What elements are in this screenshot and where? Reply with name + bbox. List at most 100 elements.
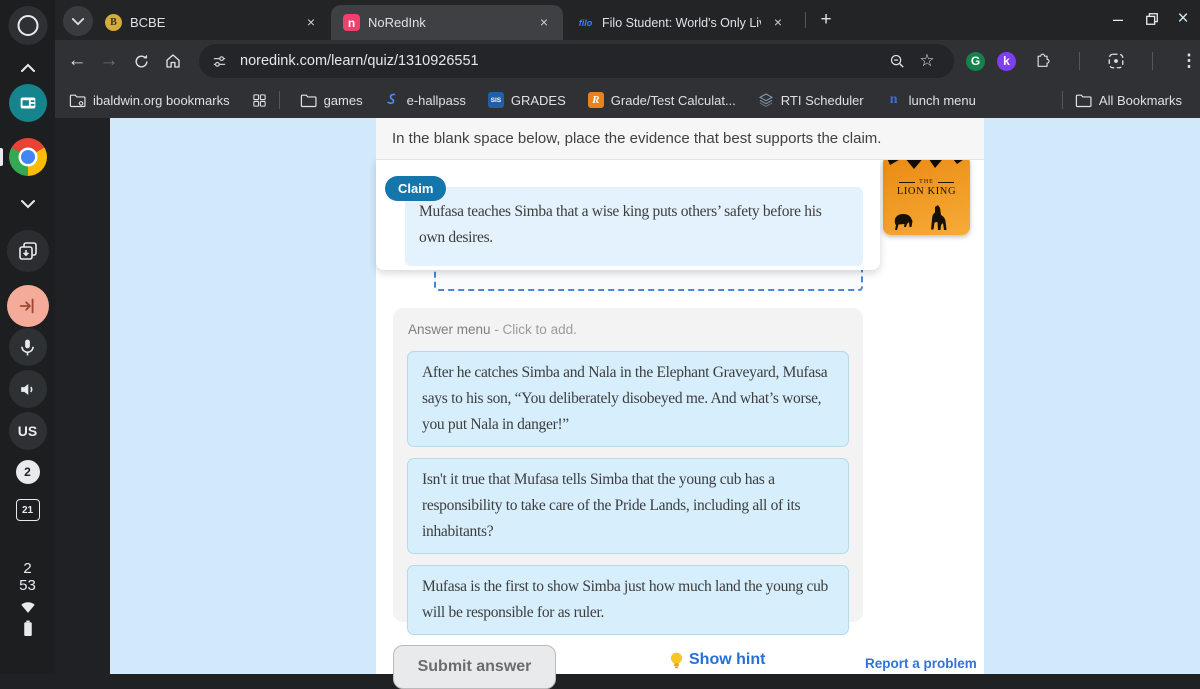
zoom-out-button[interactable] <box>882 46 912 76</box>
chevron-down-icon <box>71 17 85 25</box>
folder-icon <box>300 94 317 107</box>
claim-card: Claim Mufasa teaches Simba that a wise k… <box>376 160 880 270</box>
tab-filo[interactable]: filo Filo Student: World's Only Live I × <box>565 5 797 40</box>
bookmark-managed-folder[interactable]: ibaldwin.org bookmarks <box>69 93 230 108</box>
chrome-app-button[interactable] <box>8 137 48 177</box>
shelf-scroll-up[interactable] <box>13 60 43 76</box>
show-hint-button[interactable]: Show hint <box>670 651 765 669</box>
bookmark-label: Grade/Test Calculat... <box>610 92 736 108</box>
answer-option-3[interactable]: Mufasa is the first to show Simba just h… <box>407 565 849 635</box>
calendar-button[interactable]: 21 <box>13 496 43 524</box>
status-area[interactable]: 2 53 <box>8 560 48 637</box>
app-icon-teal-card[interactable] <box>8 84 47 122</box>
book-pretitle: THE <box>883 179 970 185</box>
site-controls-icon <box>213 55 226 67</box>
submit-answer-button[interactable]: Submit answer <box>393 645 556 689</box>
extensions-button[interactable] <box>1028 46 1058 76</box>
tab-close-icon[interactable]: × <box>769 14 787 32</box>
launcher-icon <box>17 15 38 36</box>
bookmark-label: GRADES <box>510 92 566 108</box>
new-tab-button[interactable]: + <box>813 7 839 33</box>
managed-folder-icon <box>69 94 86 107</box>
forward-button[interactable]: → <box>93 45 125 77</box>
select-to-speak-button[interactable] <box>8 370 47 408</box>
shelf-scroll-down[interactable] <box>13 196 43 212</box>
bookmark-label: RTI Scheduler <box>780 92 864 108</box>
bookmarks-divider <box>1061 91 1063 109</box>
copy-download-icon <box>18 242 37 260</box>
answer-option-1[interactable]: After he catches Simba and Nala in the E… <box>407 351 849 447</box>
all-bookmarks-button[interactable]: All Bookmarks <box>1075 93 1182 108</box>
tab-title: NoRedInk <box>368 15 426 30</box>
browser-menu-button[interactable]: ⋮ <box>1174 46 1200 76</box>
back-button[interactable]: ← <box>61 45 93 77</box>
notification-count: 2 <box>24 465 31 479</box>
launcher-button[interactable] <box>8 6 47 45</box>
screen-capture-app-button[interactable] <box>6 230 49 272</box>
tab-title: BCBE <box>130 15 166 30</box>
tab-search-button[interactable] <box>63 6 93 36</box>
screen-capture-button[interactable] <box>1101 46 1131 76</box>
all-bookmarks-label: All Bookmarks <box>1098 92 1182 108</box>
r-favicon: R <box>587 92 604 108</box>
reload-button[interactable] <box>125 45 157 77</box>
bookmark-lunch-menu[interactable]: n lunch menu <box>886 92 976 108</box>
capture-frame-icon <box>1108 53 1124 69</box>
bookmark-label: games <box>323 92 363 108</box>
tab-close-icon[interactable]: × <box>302 14 320 32</box>
keyboard-layout-button[interactable]: US <box>8 412 47 450</box>
toolbar-divider <box>1152 52 1153 70</box>
dictation-button[interactable] <box>8 328 47 366</box>
browser-window: B BCBE × n NoRedInk × filo Filo Student:… <box>55 0 1200 689</box>
quiz-panel: In the blank space below, place the evid… <box>376 118 984 689</box>
kami-extension-icon[interactable]: k <box>997 51 1016 71</box>
claim-badge: Claim <box>385 176 447 201</box>
bookmark-games[interactable]: games <box>300 93 363 108</box>
bookmark-label: ibaldwin.org bookmarks <box>93 92 230 108</box>
bookmark-ehallpass[interactable]: e-hallpass <box>385 92 466 108</box>
speaker-icon <box>21 383 33 395</box>
arrow-enter-icon <box>19 298 33 314</box>
page-content: In the blank space below, place the evid… <box>110 118 1200 689</box>
battery-icon <box>23 620 32 636</box>
bookmark-grade-calculator[interactable]: R Grade/Test Calculat... <box>587 92 736 108</box>
toolbar-divider <box>1079 52 1080 70</box>
tab-bcbe[interactable]: B BCBE × <box>93 5 330 40</box>
tab-close-icon[interactable]: × <box>535 14 553 32</box>
book-cover-animals <box>894 205 947 230</box>
bookmarks-divider <box>278 91 280 109</box>
bookmark-star-icon[interactable]: ☆ <box>912 46 942 76</box>
home-button[interactable] <box>157 45 189 77</box>
window-minimize-button[interactable]: – <box>1103 4 1133 34</box>
bookmark-rti-scheduler[interactable]: RTI Scheduler <box>758 92 864 108</box>
answer-menu: Answer menu - Click to add. After he cat… <box>393 308 863 635</box>
apps-grid-icon <box>252 93 266 107</box>
magnifier-minus-icon <box>890 54 904 68</box>
browser-toolbar: ← → noredink.com/learn/quiz/1310926551 ☆… <box>55 40 1200 82</box>
answer-option-2[interactable]: Isn't it true that Mufasa tells Simba th… <box>407 458 849 554</box>
folder-icon <box>1075 94 1092 107</box>
active-app-indicator <box>0 148 3 166</box>
grammarly-extension-icon[interactable]: G <box>966 51 985 71</box>
tab-strip: B BCBE × n NoRedInk × filo Filo Student:… <box>55 0 1200 40</box>
clock-hour: 2 <box>23 560 32 577</box>
tab-noredink[interactable]: n NoRedInk × <box>331 5 563 40</box>
bookmark-grades[interactable]: SIS GRADES <box>487 92 566 108</box>
noredink-favicon: n <box>343 14 360 31</box>
card-app-icon <box>20 97 35 109</box>
apps-grid-button[interactable] <box>252 93 267 108</box>
window-close-button[interactable]: × <box>1168 4 1198 34</box>
bcbe-favicon: B <box>105 14 122 31</box>
bookmark-label: e-hallpass <box>406 92 466 108</box>
app-icon-pink[interactable] <box>6 285 49 327</box>
url-text[interactable]: noredink.com/learn/quiz/1310926551 <box>240 53 882 69</box>
claim-text: Mufasa teaches Simba that a wise king pu… <box>405 187 863 266</box>
home-icon <box>166 54 180 68</box>
address-bar[interactable]: noredink.com/learn/quiz/1310926551 ☆ <box>199 44 954 78</box>
report-problem-link[interactable]: Report a problem <box>865 656 977 671</box>
window-restore-button[interactable] <box>1137 4 1167 34</box>
ehallpass-icon <box>386 93 395 105</box>
lightbulb-icon <box>670 652 683 668</box>
notification-counter[interactable]: 2 <box>15 460 40 484</box>
n-favicon: n <box>889 92 898 107</box>
